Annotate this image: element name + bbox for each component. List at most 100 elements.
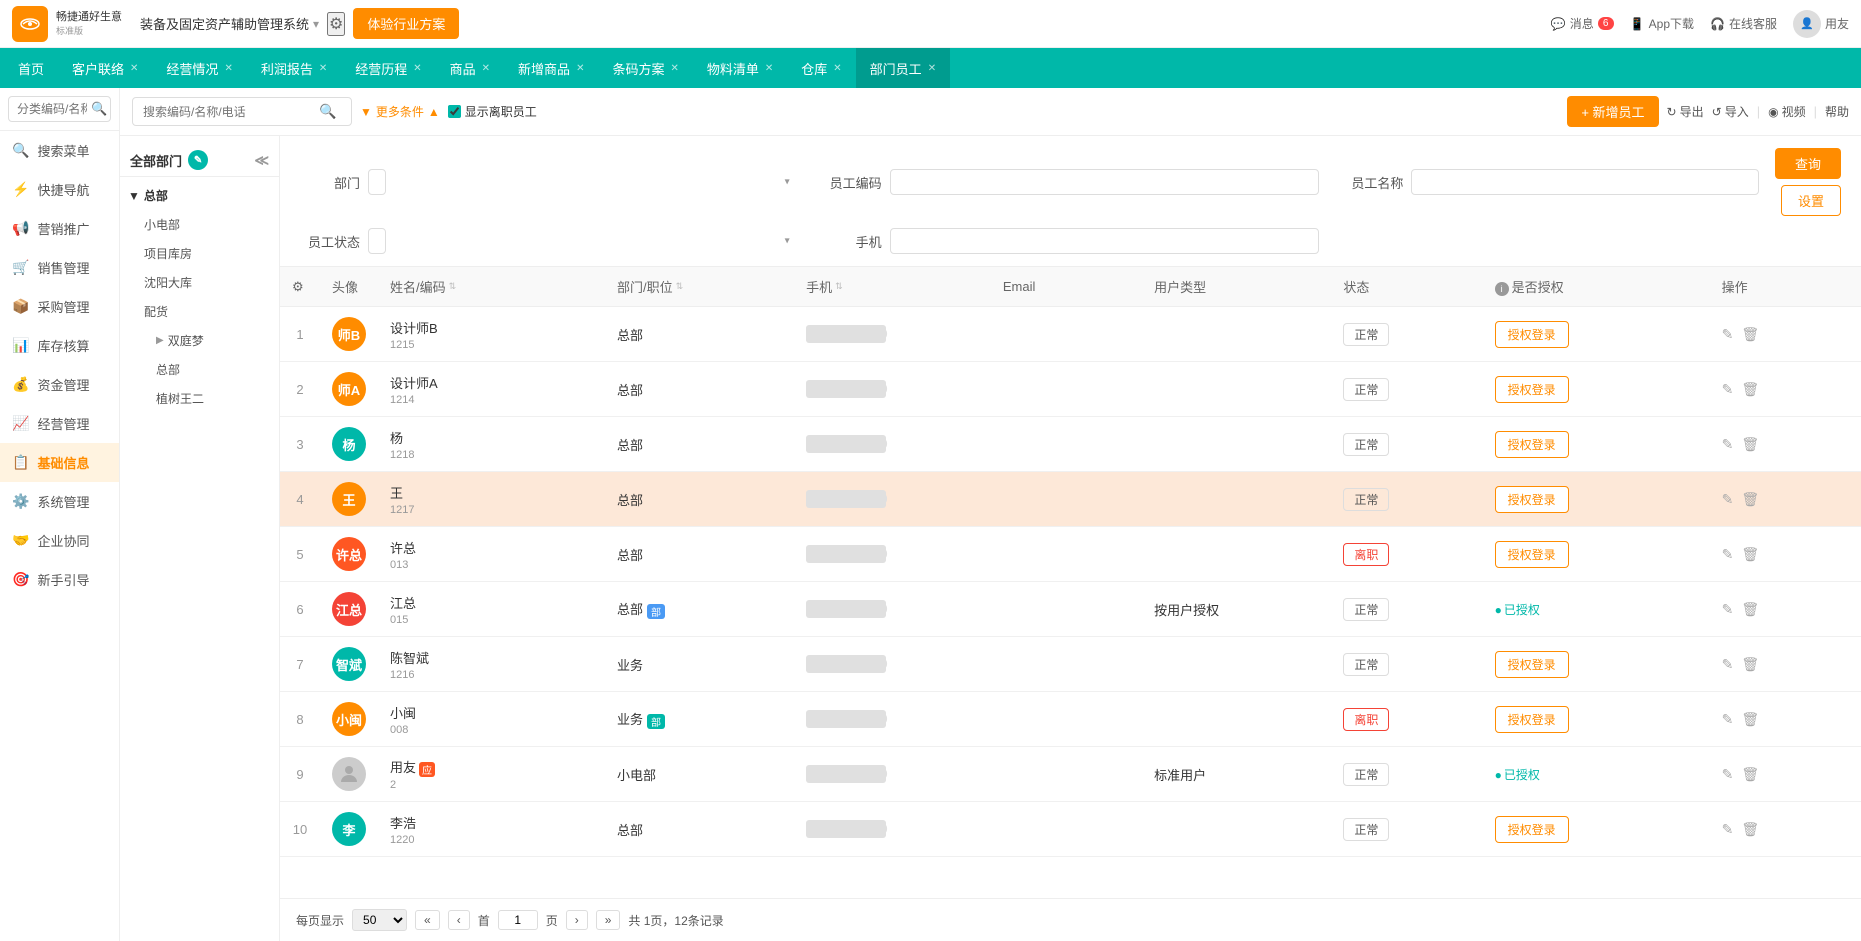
next-page-button[interactable]: › <box>566 910 588 930</box>
online-service-action[interactable]: 🎧 在线客服 <box>1710 15 1777 32</box>
emp-name-input[interactable] <box>1411 169 1759 195</box>
edit-button[interactable]: ✎ <box>1722 821 1734 838</box>
delete-button[interactable]: 🗑 <box>1741 711 1759 728</box>
tab-employees[interactable]: 部门员工✕ <box>856 48 950 88</box>
delete-button[interactable]: 🗑 <box>1741 546 1759 563</box>
sidebar-item-system[interactable]: ⚙️ 系统管理 <box>0 482 119 521</box>
tab-operations[interactable]: 经营情况✕ <box>152 48 246 88</box>
edit-button[interactable]: ✎ <box>1722 766 1734 783</box>
sidebar-item-guide[interactable]: 🎯 新手引导 <box>0 560 119 599</box>
auth-button[interactable]: 授权登录 <box>1495 431 1569 458</box>
th-dept[interactable]: 部门/职位 ⇅ <box>605 267 794 307</box>
experience-button[interactable]: 体验行业方案 <box>353 8 459 39</box>
search-input[interactable] <box>143 105 313 119</box>
th-phone[interactable]: 手机 ⇅ <box>794 267 991 307</box>
edit-button[interactable]: ✎ <box>1722 326 1734 343</box>
delete-button[interactable]: 🗑 <box>1741 381 1759 398</box>
settings-icon[interactable]: ⚙ <box>292 279 304 294</box>
user-action[interactable]: 👤 用友 <box>1793 10 1849 38</box>
sidebar-item-operations[interactable]: 📈 经营管理 <box>0 404 119 443</box>
tab-barcode[interactable]: 条码方案✕ <box>598 48 692 88</box>
emp-code-input[interactable] <box>890 169 1320 195</box>
edit-button[interactable]: ✎ <box>1722 546 1734 563</box>
edit-button[interactable]: ✎ <box>1722 381 1734 398</box>
add-employee-button[interactable]: + 新增员工 <box>1567 96 1658 127</box>
sidebar-item-marketing[interactable]: 📢 营销推广 <box>0 209 119 248</box>
sidebar-item-collab[interactable]: 🤝 企业协同 <box>0 521 119 560</box>
sidebar-item-sales[interactable]: 🛒 销售管理 <box>0 248 119 287</box>
close-icon[interactable]: ✕ <box>130 63 138 74</box>
dept-filter-select[interactable] <box>368 169 386 195</box>
edit-button[interactable]: ✎ <box>1722 711 1734 728</box>
delete-button[interactable]: 🗑 <box>1741 491 1759 508</box>
dept-node-dual-dream[interactable]: ▶ 双庭梦 <box>120 326 279 355</box>
tab-history[interactable]: 经营历程✕ <box>341 48 435 88</box>
auth-button[interactable]: 授权登录 <box>1495 816 1569 843</box>
sidebar-search-input[interactable] <box>17 102 87 116</box>
message-action[interactable]: 💬 消息 6 <box>1551 15 1614 32</box>
edit-button[interactable]: ✎ <box>1722 601 1734 618</box>
sidebar-item-basic[interactable]: 📋 基础信息 <box>0 443 119 482</box>
phone-filter-input[interactable] <box>890 228 1320 254</box>
tab-home[interactable]: 首页 <box>4 48 58 88</box>
last-page-button[interactable]: » <box>596 910 621 930</box>
tab-goods[interactable]: 商品✕ <box>436 48 504 88</box>
close-icon[interactable]: ✕ <box>413 63 421 74</box>
delete-button[interactable]: 🗑 <box>1741 326 1759 343</box>
sidebar-item-inventory[interactable]: 📊 库存核算 <box>0 326 119 365</box>
close-icon[interactable]: ✕ <box>224 63 232 74</box>
auth-button[interactable]: 授权登录 <box>1495 376 1569 403</box>
app-download-action[interactable]: 📱 App下载 <box>1630 15 1694 32</box>
edit-button[interactable]: ✎ <box>1722 656 1734 673</box>
delete-button[interactable]: 🗑 <box>1741 601 1759 618</box>
query-button[interactable]: 查询 <box>1775 148 1841 179</box>
filter-more-button[interactable]: ▼ 更多条件 ▲ <box>360 103 440 120</box>
auth-button[interactable]: 授权登录 <box>1495 706 1569 733</box>
sidebar-item-finance[interactable]: 💰 资金管理 <box>0 365 119 404</box>
delete-button[interactable]: 🗑 <box>1741 766 1759 783</box>
dept-node-general[interactable]: ▼ 总部 <box>120 181 279 210</box>
delete-button[interactable]: 🗑 <box>1741 821 1759 838</box>
prev-page-button[interactable]: ‹ <box>448 910 470 930</box>
dept-node-small-elec[interactable]: 小电部 <box>120 210 279 239</box>
close-icon[interactable]: ✕ <box>928 63 936 74</box>
delete-button[interactable]: 🗑 <box>1741 436 1759 453</box>
tab-profit[interactable]: 利润报告✕ <box>247 48 341 88</box>
close-icon[interactable]: ✕ <box>670 63 678 74</box>
close-icon[interactable]: ✕ <box>319 63 327 74</box>
help-button[interactable]: 帮助 <box>1825 103 1849 120</box>
dept-node-distribution[interactable]: 配货 <box>120 297 279 326</box>
close-icon[interactable]: ✕ <box>765 63 773 74</box>
tab-warehouse[interactable]: 仓库✕ <box>787 48 855 88</box>
delete-button[interactable]: 🗑 <box>1741 656 1759 673</box>
sidebar-item-quicknav[interactable]: ⚡ 快捷导航 <box>0 170 119 209</box>
export-button[interactable]: ↻ 导出 <box>1667 103 1704 120</box>
tab-add-goods[interactable]: 新增商品✕ <box>504 48 598 88</box>
import-button[interactable]: ↺ 导入 <box>1712 103 1749 120</box>
first-page-button[interactable]: « <box>415 910 440 930</box>
auth-button[interactable]: 授权登录 <box>1495 321 1569 348</box>
status-filter-select[interactable] <box>368 228 386 254</box>
edit-dept-button[interactable]: ✎ <box>188 150 208 170</box>
auth-button[interactable]: 授权登录 <box>1495 486 1569 513</box>
page-input[interactable] <box>498 910 538 930</box>
dept-node-shenyang[interactable]: 沈阳大库 <box>120 268 279 297</box>
collapse-tree-button[interactable]: ≪ <box>254 152 269 169</box>
sidebar-item-purchase[interactable]: 📦 采购管理 <box>0 287 119 326</box>
view-button[interactable]: ◉ 视频 <box>1768 103 1806 120</box>
auth-button[interactable]: 授权登录 <box>1495 651 1569 678</box>
th-name[interactable]: 姓名/编码 ⇅ <box>378 267 605 307</box>
auth-button[interactable]: 授权登录 <box>1495 541 1569 568</box>
close-icon[interactable]: ✕ <box>576 63 584 74</box>
edit-button[interactable]: ✎ <box>1722 436 1734 453</box>
show-resigned-input[interactable] <box>448 105 461 118</box>
page-size-select[interactable]: 50 100 <box>352 909 407 931</box>
close-icon[interactable]: ✕ <box>482 63 490 74</box>
tab-bom[interactable]: 物料清单✕ <box>693 48 787 88</box>
dept-node-hq[interactable]: 总部 <box>120 355 279 384</box>
tab-customer[interactable]: 客户联络✕ <box>58 48 152 88</box>
settings-button[interactable]: 设置 <box>1781 185 1841 216</box>
show-resigned-checkbox[interactable]: 显示离职员工 <box>448 103 537 120</box>
dept-node-project[interactable]: 项目库房 <box>120 239 279 268</box>
sidebar-item-search[interactable]: 🔍 搜索菜单 <box>0 131 119 170</box>
